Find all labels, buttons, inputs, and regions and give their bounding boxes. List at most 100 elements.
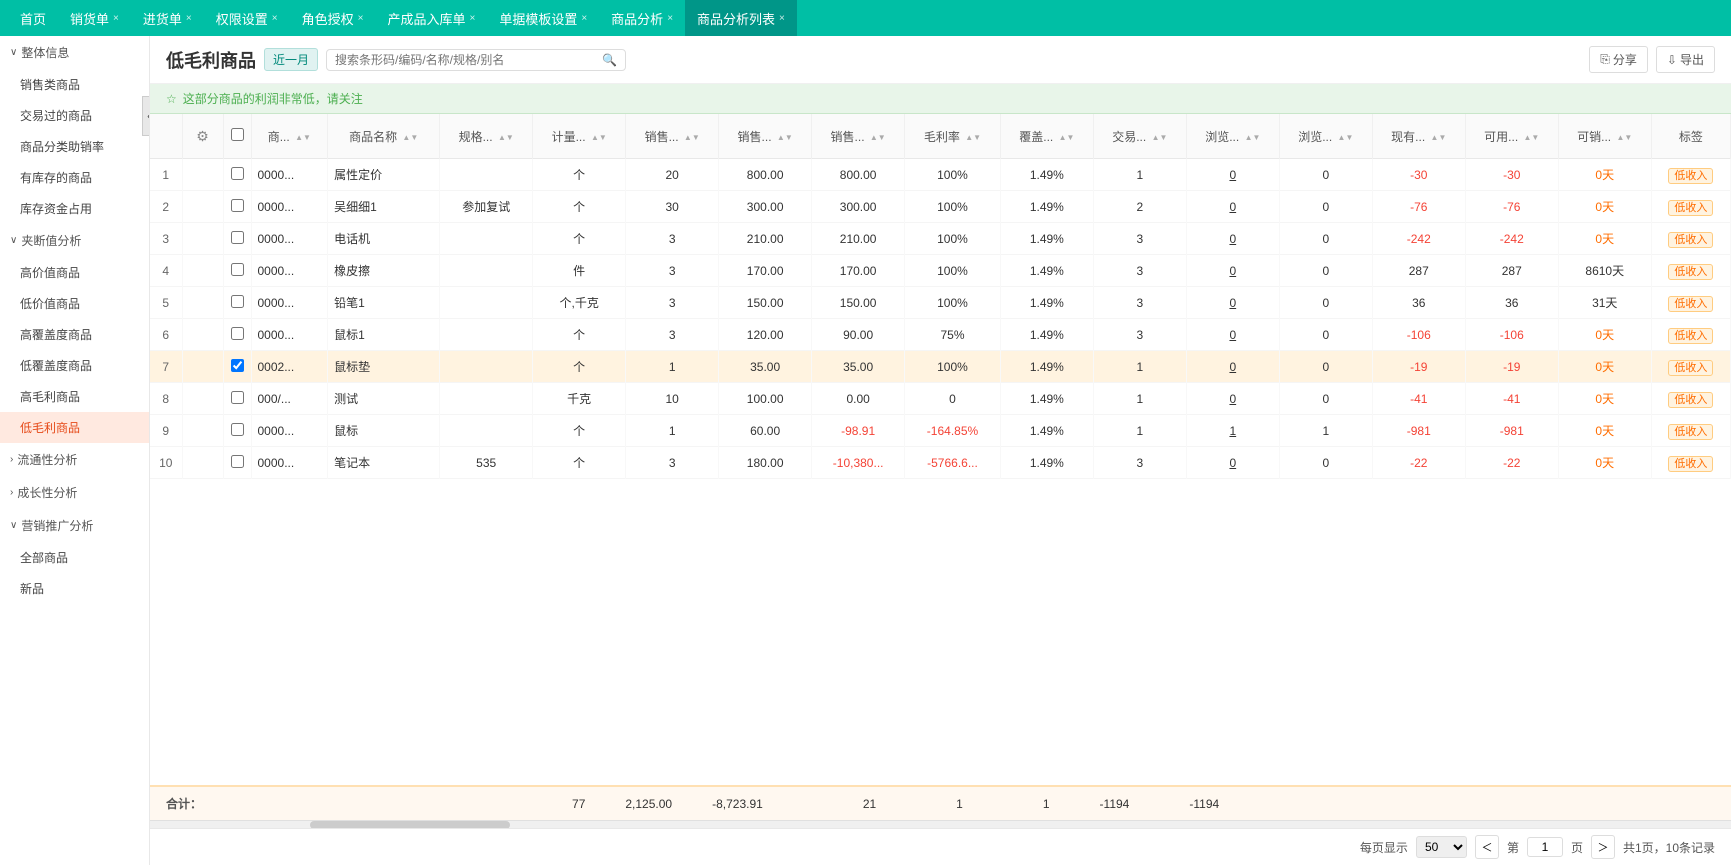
th-name[interactable]: 商品名称 ▲▼ <box>328 114 440 159</box>
row-checkbox[interactable] <box>223 415 251 447</box>
row-view1[interactable]: 0 <box>1186 319 1279 351</box>
nav-home[interactable]: 首页 <box>8 0 58 36</box>
sidebar-item-in-stock[interactable]: 有库存的商品 <box>0 162 149 193</box>
sidebar-item-low-coverage[interactable]: 低覆盖度商品 <box>0 350 149 381</box>
export-button[interactable]: ⇩ 导出 <box>1656 46 1715 73</box>
close-icon[interactable]: × <box>779 13 785 24</box>
select-all-checkbox[interactable] <box>231 128 244 141</box>
close-icon[interactable]: × <box>272 13 278 24</box>
row-view1[interactable]: 0 <box>1186 447 1279 479</box>
row-select-checkbox[interactable] <box>231 423 244 436</box>
row-checkbox[interactable] <box>223 223 251 255</box>
row-view1[interactable]: 0 <box>1186 223 1279 255</box>
time-filter-button[interactable]: 近一月 <box>264 48 318 71</box>
sidebar-group-growth[interactable]: › 成长性分析 <box>0 476 149 509</box>
th-spec[interactable]: 规格... ▲▼ <box>440 114 533 159</box>
nav-purchase[interactable]: 进货单 × <box>131 0 204 36</box>
close-icon[interactable]: × <box>113 13 119 24</box>
nav-analysis-list[interactable]: 商品分析列表 × <box>685 0 797 36</box>
row-select-checkbox[interactable] <box>231 295 244 308</box>
nav-templates[interactable]: 单据模板设置 × <box>487 0 599 36</box>
row-select-checkbox[interactable] <box>231 327 244 340</box>
row-view1[interactable]: 0 <box>1186 351 1279 383</box>
row-checkbox[interactable] <box>223 447 251 479</box>
row-select-checkbox[interactable] <box>231 199 244 212</box>
row-view1[interactable]: 0 <box>1186 383 1279 415</box>
sidebar-item-high-margin[interactable]: 高毛利商品 <box>0 381 149 412</box>
close-icon[interactable]: × <box>186 13 192 24</box>
horizontal-scrollbar[interactable] <box>150 820 1731 828</box>
th-cover-rate[interactable]: 覆盖... ▲▼ <box>1000 114 1093 159</box>
row-checkbox[interactable] <box>223 287 251 319</box>
th-view2[interactable]: 浏览... ▲▼ <box>1279 114 1372 159</box>
sidebar-item-high-coverage[interactable]: 高覆盖度商品 <box>0 319 149 350</box>
th-checkbox[interactable] <box>223 114 251 159</box>
row-select-checkbox[interactable] <box>231 263 244 276</box>
table-container[interactable]: ⚙ 商... ▲▼ 商品名称 ▲▼ <box>150 114 1731 785</box>
search-input[interactable] <box>335 53 602 67</box>
row-tag: 低收入 <box>1651 383 1730 415</box>
row-checkbox[interactable] <box>223 159 251 191</box>
row-select-checkbox[interactable] <box>231 455 244 468</box>
th-sales-amount[interactable]: 销售... ▲▼ <box>812 114 905 159</box>
sidebar-item-sales-goods[interactable]: 销售类商品 <box>0 69 149 100</box>
th-unit[interactable]: 计量... ▲▼ <box>533 114 626 159</box>
th-view1[interactable]: 浏览... ▲▼ <box>1186 114 1279 159</box>
nav-permissions[interactable]: 权限设置 × <box>204 0 290 36</box>
th-tag[interactable]: 标签 <box>1651 114 1730 159</box>
per-page-select[interactable]: 50 100 200 <box>1416 836 1467 858</box>
row-view1[interactable]: 0 <box>1186 159 1279 191</box>
close-icon[interactable]: × <box>358 13 364 24</box>
row-view1[interactable]: 0 <box>1186 287 1279 319</box>
sidebar-group-liquidity[interactable]: › 流通性分析 <box>0 443 149 476</box>
row-gross-rate: -5766.6... <box>905 447 1001 479</box>
row-view1[interactable]: 1 <box>1186 415 1279 447</box>
sidebar-item-low-margin[interactable]: 低毛利商品 <box>0 412 149 443</box>
page-number-input[interactable] <box>1527 837 1563 857</box>
close-icon[interactable]: × <box>581 13 587 24</box>
th-stock-avail[interactable]: 可用... ▲▼ <box>1465 114 1558 159</box>
sidebar-item-high-value[interactable]: 高价值商品 <box>0 257 149 288</box>
th-code[interactable]: 商... ▲▼ <box>251 114 328 159</box>
th-sales-price[interactable]: 销售... ▲▼ <box>719 114 812 159</box>
th-stock-sell[interactable]: 可销... ▲▼ <box>1558 114 1651 159</box>
close-icon[interactable]: × <box>469 13 475 24</box>
row-select-checkbox[interactable] <box>231 231 244 244</box>
search-icon[interactable]: 🔍 <box>602 53 617 67</box>
settings-icon[interactable]: ⚙ <box>189 122 217 150</box>
nav-roles[interactable]: 角色授权 × <box>290 0 376 36</box>
row-select-checkbox[interactable] <box>231 359 244 372</box>
nav-analysis[interactable]: 商品分析 × <box>599 0 685 36</box>
share-button[interactable]: ⎘ 分享 <box>1589 46 1648 73</box>
row-select-checkbox[interactable] <box>231 167 244 180</box>
row-view1[interactable]: 0 <box>1186 191 1279 223</box>
nav-sales[interactable]: 销货单 × <box>58 0 131 36</box>
close-icon[interactable]: × <box>667 13 673 24</box>
row-view2: 0 <box>1279 447 1372 479</box>
th-gross-rate[interactable]: 毛利率 ▲▼ <box>905 114 1001 159</box>
row-checkbox[interactable] <box>223 319 251 351</box>
row-checkbox[interactable] <box>223 351 251 383</box>
sidebar-group-cutoff[interactable]: ∨ 夹断值分析 <box>0 224 149 257</box>
prev-page-button[interactable]: ＜ <box>1475 835 1499 859</box>
nav-products[interactable]: 产成品入库单 × <box>375 0 487 36</box>
sidebar-item-stock-fund[interactable]: 库存资金占用 <box>0 193 149 224</box>
th-stock-cur[interactable]: 现有... ▲▼ <box>1372 114 1465 159</box>
sidebar-group-marketing[interactable]: ∨ 营销推广分析 <box>0 509 149 542</box>
row-checkbox[interactable] <box>223 383 251 415</box>
row-select-checkbox[interactable] <box>231 391 244 404</box>
row-checkbox[interactable] <box>223 255 251 287</box>
sidebar-item-all-goods[interactable]: 全部商品 <box>0 542 149 573</box>
th-sales-qty[interactable]: 销售... ▲▼ <box>626 114 719 159</box>
sidebar-item-new-goods[interactable]: 新品 <box>0 573 149 604</box>
sidebar-item-traded-goods[interactable]: 交易过的商品 <box>0 100 149 131</box>
sidebar-item-low-value[interactable]: 低价值商品 <box>0 288 149 319</box>
row-checkbox[interactable] <box>223 191 251 223</box>
sidebar-group-overall[interactable]: ∨ 整体信息 <box>0 36 149 69</box>
row-view1[interactable]: 0 <box>1186 255 1279 287</box>
next-page-button[interactable]: ＞ <box>1591 835 1615 859</box>
th-settings[interactable]: ⚙ <box>182 114 223 159</box>
sidebar-item-category-rate[interactable]: 商品分类助销率 <box>0 131 149 162</box>
th-trade[interactable]: 交易... ▲▼ <box>1093 114 1186 159</box>
sidebar-collapse-btn[interactable]: « <box>142 96 150 136</box>
